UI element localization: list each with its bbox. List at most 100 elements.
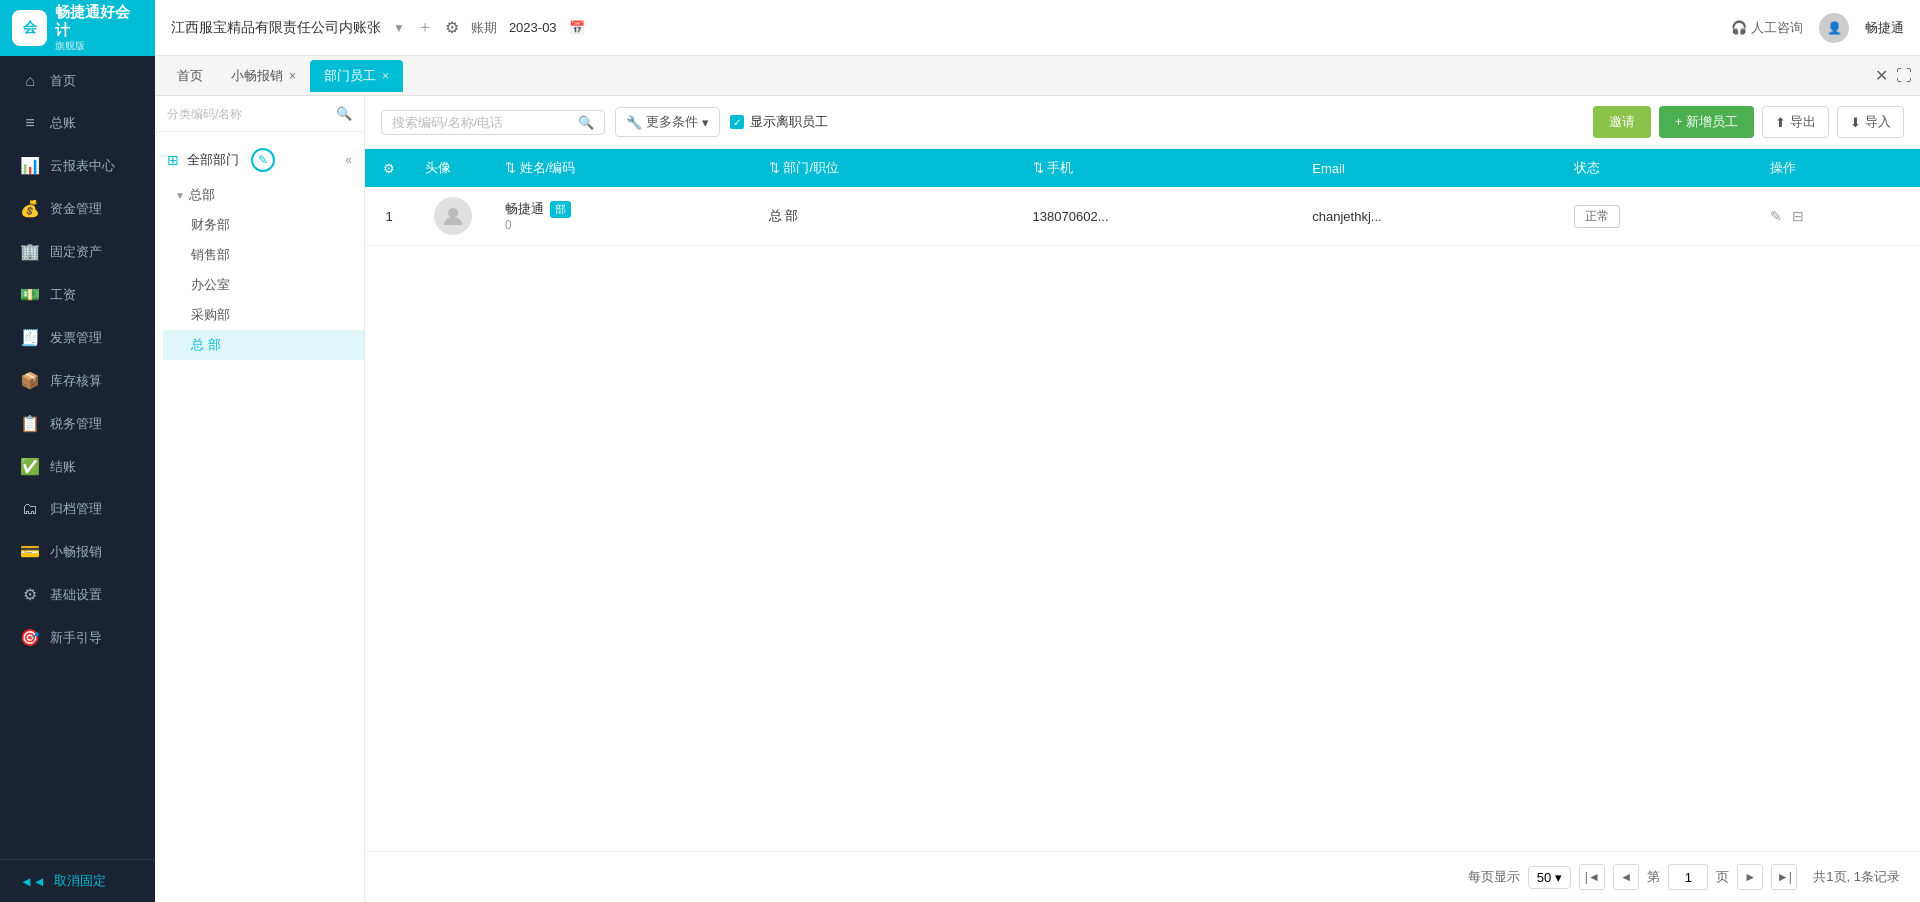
filter-arrow-icon: ▾ [702, 115, 709, 130]
employee-toolbar: 🔍 🔧 更多条件 ▾ ✓ 显示离职员工 邀请 + 新增员工 ⬆ 导出 [365, 96, 1920, 149]
tab-expense[interactable]: 小畅报销 × [217, 60, 310, 92]
invite-button[interactable]: 邀请 [1593, 106, 1651, 138]
row-dept-position: 总 部 [757, 187, 1021, 246]
sidebar-item-label: 首页 [50, 72, 76, 90]
employee-search-input[interactable] [392, 115, 572, 130]
sidebar-item-payroll[interactable]: 💵 工资 [0, 273, 155, 316]
sidebar-item-inventory[interactable]: 📦 库存核算 [0, 359, 155, 402]
page-input[interactable] [1668, 864, 1708, 890]
dept-edit-button[interactable]: ✎ [251, 148, 275, 172]
sidebar-item-reports[interactable]: 📊 云报表中心 [0, 144, 155, 187]
period-label: 账期 [471, 19, 497, 37]
total-label: 共1页, 1条记录 [1813, 868, 1900, 886]
sidebar-nav: ⌂ 首页 ≡ 总账 📊 云报表中心 💰 资金管理 🏢 固定资产 💵 工资 🧾 发… [0, 56, 155, 859]
dept-all-button[interactable]: ⊞ 全部部门 ✎ « [155, 140, 364, 180]
import-button[interactable]: ⬇ 导入 [1837, 106, 1904, 138]
row-avatar [413, 187, 493, 246]
sidebar-item-label: 新手引导 [50, 629, 102, 647]
import-icon: ⬇ [1850, 115, 1861, 130]
sidebar-item-tax[interactable]: 📋 税务管理 [0, 402, 155, 445]
tab-expense-close[interactable]: × [289, 69, 296, 83]
sidebar-item-closeout[interactable]: ✅ 结账 [0, 445, 155, 488]
tabs-actions: ✕ ⛶ [1875, 66, 1912, 85]
unpin-button[interactable]: ◄◄ 取消固定 [0, 859, 155, 902]
dept-child-general[interactable]: 总 部 [163, 330, 364, 360]
sidebar-item-invoice[interactable]: 🧾 发票管理 [0, 316, 155, 359]
settings-icon[interactable]: ⚙ [445, 18, 459, 37]
page-di-label: 第 [1647, 868, 1660, 886]
dept-search-icon[interactable]: 🔍 [336, 106, 352, 121]
support-button[interactable]: 🎧 人工咨询 [1731, 19, 1803, 37]
employee-table-wrap: ⚙ 头像 ⇅ 姓名/编码 ⇅ 部门/职位 ⇅ 手机 Email 状态 操作 1 [365, 149, 1920, 851]
sidebar-item-label: 发票管理 [50, 329, 102, 347]
tab-employees-label: 部门员工 [324, 67, 376, 85]
tab-home[interactable]: 首页 [163, 60, 217, 92]
app-sub: 旗舰版 [55, 39, 143, 53]
expand-arrow-icon: ▼ [175, 190, 185, 201]
edit-button[interactable]: ✎ [1770, 208, 1782, 224]
export-button[interactable]: ⬆ 导出 [1762, 106, 1829, 138]
dept-all-label: 全部部门 [187, 151, 239, 169]
company-dropdown-icon[interactable]: ▼ [393, 21, 405, 35]
add-employee-button[interactable]: + 新增员工 [1659, 106, 1754, 138]
col-dept[interactable]: ⇅ 部门/职位 [757, 149, 1021, 187]
dept-child-sales[interactable]: 销售部 [163, 240, 364, 270]
page-size-select[interactable]: 50 ▾ [1528, 866, 1571, 889]
search-icon[interactable]: 🔍 [578, 115, 594, 130]
close-tab-button[interactable]: ✕ [1875, 66, 1888, 85]
sidebar-item-funds[interactable]: 💰 资金管理 [0, 187, 155, 230]
add-company-button[interactable]: ＋ [417, 17, 433, 38]
guide-icon: 🎯 [20, 628, 40, 647]
home-icon: ⌂ [20, 72, 40, 90]
delete-button[interactable]: ⊟ [1792, 208, 1804, 224]
sidebar-item-assets[interactable]: 🏢 固定资产 [0, 230, 155, 273]
period-value: 2023-03 [509, 20, 557, 35]
sidebar-item-archive[interactable]: 🗂 归档管理 [0, 488, 155, 530]
dept-parent-item[interactable]: ▼ 总部 [163, 180, 364, 210]
col-settings[interactable]: ⚙ [365, 149, 413, 187]
dept-search-wrap: 🔍 [155, 96, 364, 132]
dept-child-office[interactable]: 办公室 [163, 270, 364, 300]
page-prev-button[interactable]: ◄ [1613, 864, 1639, 890]
sidebar-item-label: 基础设置 [50, 586, 102, 604]
ledger-icon: ≡ [20, 114, 40, 132]
sidebar-item-label: 结账 [50, 458, 76, 476]
employee-code: 0 [505, 218, 745, 232]
sidebar-item-guide[interactable]: 🎯 新手引导 [0, 616, 155, 659]
dept-child-purchase[interactable]: 采购部 [163, 300, 364, 330]
tab-employees-close[interactable]: × [382, 69, 389, 83]
dept-collapse-button[interactable]: « [345, 153, 352, 167]
dept-parent-label: 总部 [189, 186, 215, 204]
inventory-icon: 📦 [20, 371, 40, 390]
col-name[interactable]: ⇅ 姓名/编码 [493, 149, 757, 187]
sidebar-item-label: 小畅报销 [50, 543, 102, 561]
logo-text-wrap: 畅捷通好会计 旗舰版 [55, 3, 143, 53]
dept-group-root: ▼ 总部 财务部 销售部 办公室 采购部 总 部 [155, 180, 364, 360]
calendar-icon[interactable]: 📅 [569, 20, 585, 35]
page-next-button[interactable]: ► [1737, 864, 1763, 890]
dept-search-input[interactable] [167, 107, 330, 121]
sidebar-item-expense[interactable]: 💳 小畅报销 [0, 530, 155, 573]
sidebar-item-label: 资金管理 [50, 200, 102, 218]
page-first-button[interactable]: |◄ [1579, 864, 1605, 890]
dept-child-finance[interactable]: 财务部 [163, 210, 364, 240]
sidebar-item-home[interactable]: ⌂ 首页 [0, 60, 155, 102]
tab-employees[interactable]: 部门员工 × [310, 60, 403, 92]
toolbar-right: 邀请 + 新增员工 ⬆ 导出 ⬇ 导入 [1593, 106, 1904, 138]
employee-panel: 🔍 🔧 更多条件 ▾ ✓ 显示离职员工 邀请 + 新增员工 ⬆ 导出 [365, 96, 1920, 902]
sidebar-item-ledger[interactable]: ≡ 总账 [0, 102, 155, 144]
sidebar-item-label: 总账 [50, 114, 76, 132]
sidebar-item-settings[interactable]: ⚙ 基础设置 [0, 573, 155, 616]
sidebar-item-label: 归档管理 [50, 500, 102, 518]
expand-tab-button[interactable]: ⛶ [1896, 66, 1912, 85]
sidebar-item-label: 工资 [50, 286, 76, 304]
col-phone[interactable]: ⇅ 手机 [1021, 149, 1301, 187]
dept-tree: ⊞ 全部部门 ✎ « ▼ 总部 财务部 销售部 办公室 采购部 总 部 [155, 132, 364, 902]
archive-icon: 🗂 [20, 500, 40, 518]
page-last-button[interactable]: ►| [1771, 864, 1797, 890]
sidebar-item-label: 云报表中心 [50, 157, 115, 175]
export-label: 导出 [1790, 113, 1816, 131]
filter-button[interactable]: 🔧 更多条件 ▾ [615, 107, 720, 137]
show-resigned-checkbox[interactable]: ✓ 显示离职员工 [730, 113, 828, 131]
table-row: 1 [365, 187, 1920, 246]
